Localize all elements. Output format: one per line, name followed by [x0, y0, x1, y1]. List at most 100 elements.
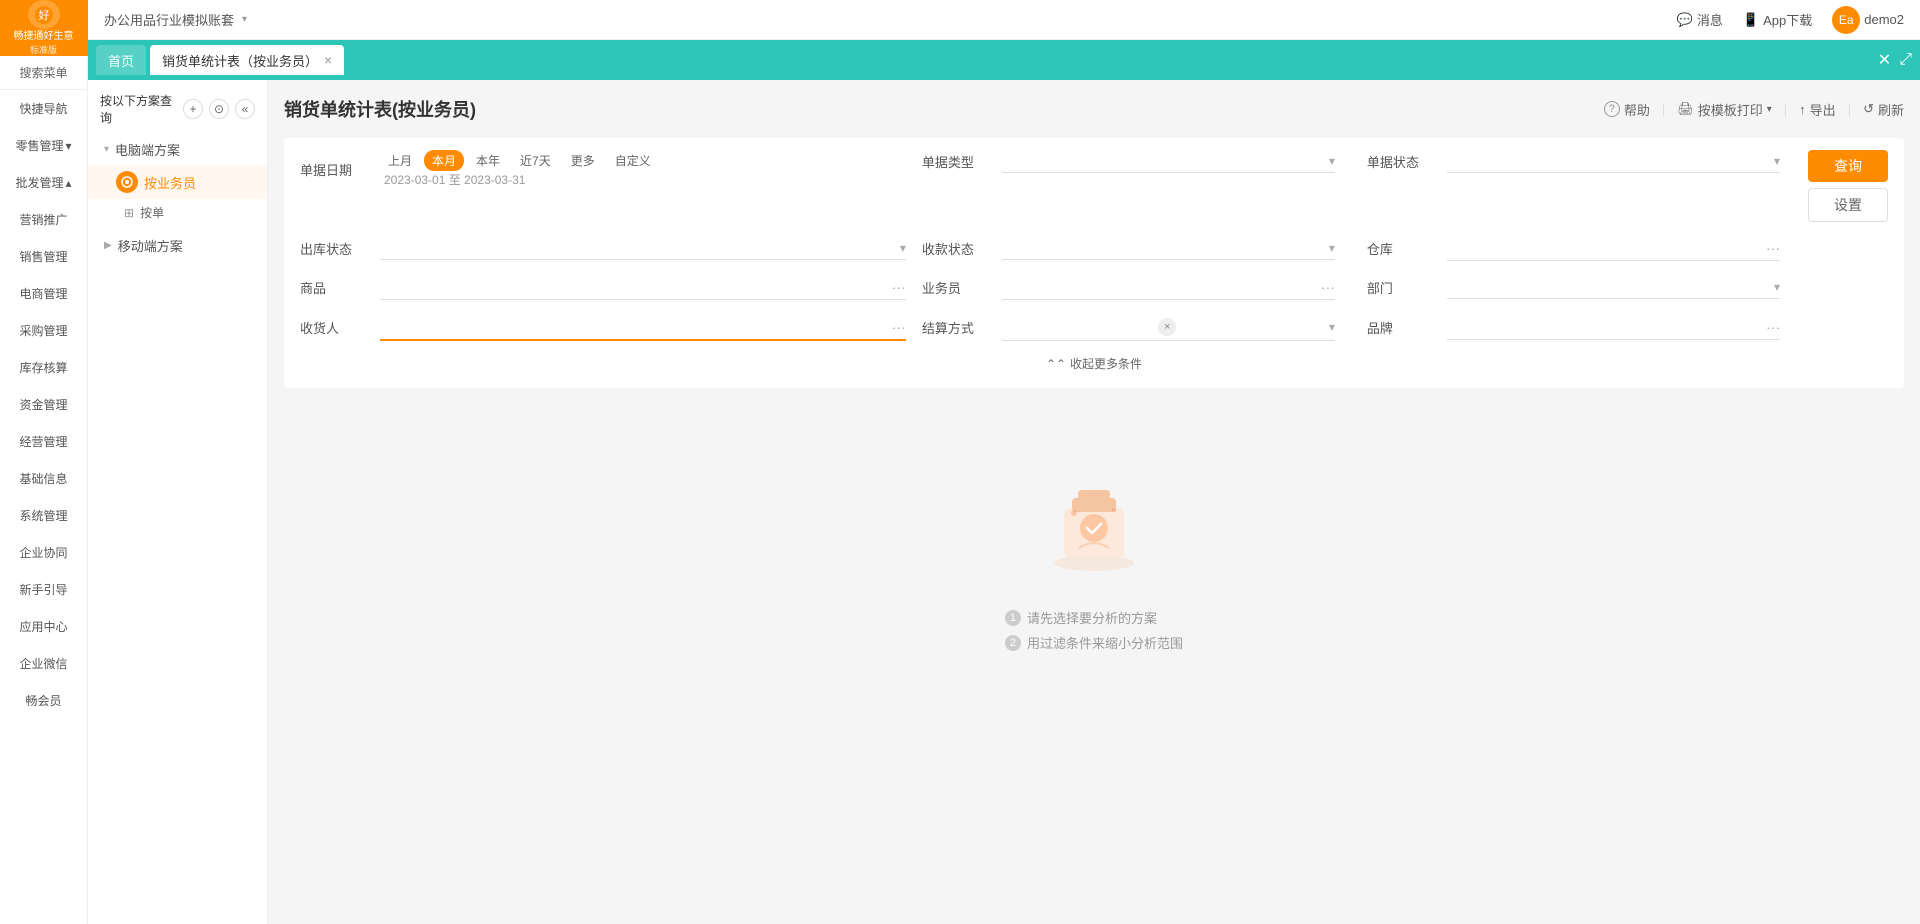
doc-type-label: 单据类型 — [922, 152, 1002, 171]
sidebar-item-corpwechat[interactable]: 企业微信 — [0, 645, 87, 682]
warehouse-label: 仓库 — [1367, 239, 1447, 258]
breadcrumb-text: 办公用品行业模拟账套 — [104, 10, 234, 29]
sidebar-item-marketing[interactable]: 营销推广 — [0, 201, 87, 238]
sidebar-item-appcenter[interactable]: 应用中心 — [0, 608, 87, 645]
salesman-more-icon[interactable]: ··· — [1321, 279, 1335, 295]
sidebar-item-system[interactable]: 系统管理 — [0, 497, 87, 534]
active-indicator — [116, 171, 138, 193]
tree-mobile-scheme[interactable]: ▶ 移动端方案 — [88, 230, 267, 261]
tree-item-by-order[interactable]: ⊞ 按单 — [88, 199, 267, 226]
add-scheme-btn[interactable]: + — [183, 99, 203, 119]
print-icon: 🖨 — [1677, 101, 1694, 117]
brand-more-icon[interactable]: ··· — [1766, 319, 1780, 335]
user-menu[interactable]: Ea demo2 — [1832, 6, 1904, 34]
refresh-label: 刷新 — [1878, 100, 1904, 119]
app-download-label: App下载 — [1763, 10, 1812, 29]
settle-arrow-icon: ▾ — [1329, 320, 1335, 334]
tab-maximize-btn[interactable]: ⤢ — [1899, 51, 1912, 69]
goods-input[interactable]: ··· — [380, 275, 906, 300]
settle-clear-btn[interactable]: × — [1158, 318, 1176, 336]
refresh-action[interactable]: ↺ 刷新 — [1863, 100, 1904, 119]
tab-close-icon[interactable]: × — [324, 52, 332, 68]
left-panel: 按以下方案查询 + ⊙ « ▾ 电脑端方案 按业务员 ⊞ 按单 — [88, 80, 268, 924]
goods-more-icon[interactable]: ··· — [892, 279, 906, 295]
sidebar-item-ecommerce[interactable]: 电商管理 — [0, 275, 87, 312]
dept-input[interactable]: ▾ — [1447, 276, 1780, 299]
export-action[interactable]: ↑ 导出 — [1799, 100, 1836, 119]
app-download-action[interactable]: 📱 App下载 — [1743, 10, 1812, 29]
settle-input[interactable]: × ▾ — [1002, 314, 1335, 341]
date-tab-more[interactable]: 更多 — [563, 150, 603, 171]
sidebar-item-retail[interactable]: 零售管理 ▾ — [0, 127, 87, 164]
out-status-input[interactable]: ▾ — [380, 237, 906, 260]
tree-item-by-salesman[interactable]: 按业务员 — [88, 165, 267, 199]
doc-status-input[interactable]: ▾ — [1447, 150, 1780, 173]
message-label: 消息 — [1697, 10, 1723, 29]
sidebar-item-sales[interactable]: 销售管理 — [0, 238, 87, 275]
date-tab-7days[interactable]: 近7天 — [512, 150, 559, 171]
right-content: 销货单统计表(按业务员) ? 帮助 | 🖨 按模板打印 ▾ | ↑ — [268, 80, 1920, 924]
query-button[interactable]: 查询 — [1808, 150, 1888, 182]
brand-input[interactable]: ··· — [1447, 315, 1780, 340]
sidebar-item-enterprise[interactable]: 企业协同 — [0, 534, 87, 571]
logo-text: 畅捷通好生意 — [14, 31, 74, 43]
sidebar-item-member[interactable]: 畅会员 — [0, 682, 87, 719]
message-action[interactable]: 💬 消息 — [1677, 10, 1723, 29]
sidebar-item-inventory[interactable]: 库存核算 — [0, 349, 87, 386]
retail-arrow-icon: ▾ — [65, 139, 71, 153]
tab-close-all-btn[interactable]: ✕ — [1878, 50, 1891, 70]
sidebar-item-operation[interactable]: 经营管理 — [0, 423, 87, 460]
tip-text-1: 请先选择要分析的方案 — [1027, 608, 1157, 627]
tree-pc-label: 电脑端方案 — [115, 140, 180, 159]
tip-item-1: 1 请先选择要分析的方案 — [1005, 608, 1183, 627]
settings-button[interactable]: 设置 — [1808, 188, 1888, 222]
help-action[interactable]: ? 帮助 — [1604, 100, 1650, 119]
salesman-input[interactable]: ··· — [1002, 275, 1335, 300]
export-label: 导出 — [1810, 100, 1836, 119]
sidebar-search[interactable]: 搜索菜单 — [0, 56, 87, 90]
breadcrumb-dropdown-icon[interactable]: ▾ — [242, 14, 247, 25]
sidebar-item-finance[interactable]: 资金管理 — [0, 386, 87, 423]
recv-person-input[interactable]: ··· — [380, 315, 906, 341]
warehouse-more-icon[interactable]: ··· — [1766, 240, 1780, 256]
recv-status-input[interactable]: ▾ — [1002, 237, 1335, 260]
refresh-icon: ↺ — [1863, 101, 1874, 117]
doc-type-arrow-icon: ▾ — [1329, 154, 1335, 168]
divider3: | — [1848, 102, 1851, 117]
sidebar-item-newguide[interactable]: 新手引导 — [0, 571, 87, 608]
sidebar-item-basicinfo[interactable]: 基础信息 — [0, 460, 87, 497]
doc-type-input[interactable]: ▾ — [1002, 150, 1335, 173]
divider2: | — [1784, 102, 1787, 117]
date-tab-custom[interactable]: 自定义 — [607, 150, 659, 171]
tree-mobile-label: 移动端方案 — [118, 236, 183, 255]
tab-sales-stat[interactable]: 销货单统计表（按业务员） × — [150, 45, 344, 75]
help-icon: ? — [1604, 101, 1620, 117]
collapse-up-icon: ⌃⌃ — [1046, 357, 1066, 371]
date-tab-thismonth[interactable]: 本月 — [424, 150, 464, 171]
sidebar-item-quicknav[interactable]: 快捷导航 — [0, 90, 87, 127]
doc-status-label: 单据状态 — [1367, 152, 1447, 171]
tree-pc-scheme[interactable]: ▾ 电脑端方案 — [88, 134, 267, 165]
empty-state: 1 请先选择要分析的方案 2 用过滤条件来缩小分析范围 — [284, 388, 1904, 738]
warehouse-input[interactable]: ··· — [1447, 236, 1780, 261]
divider1: | — [1662, 102, 1665, 117]
recv-person-more-icon[interactable]: ··· — [892, 319, 906, 335]
date-tab-lastmonth[interactable]: 上月 — [380, 150, 420, 171]
tab-home-label: 首页 — [108, 51, 134, 70]
left-panel-actions: + ⊙ « — [183, 99, 255, 119]
brand-label: 品牌 — [1367, 318, 1447, 337]
collapse-panel-btn[interactable]: « — [235, 99, 255, 119]
print-arrow-icon: ▾ — [1767, 104, 1772, 115]
out-status-label: 出库状态 — [300, 239, 380, 258]
date-label: 单据日期 — [300, 160, 380, 179]
retail-label: 零售管理 — [15, 137, 63, 154]
action-buttons: 查询 设置 — [1808, 150, 1888, 222]
tab-home[interactable]: 首页 — [96, 45, 146, 75]
edit-scheme-btn[interactable]: ⊙ — [209, 99, 229, 119]
date-tab-thisyear[interactable]: 本年 — [468, 150, 508, 171]
collapse-btn[interactable]: ⌃⌃ 收起更多条件 — [1046, 355, 1142, 372]
breadcrumb-area: 办公用品行业模拟账套 ▾ — [104, 10, 247, 29]
print-template-action[interactable]: 🖨 按模板打印 ▾ — [1677, 100, 1772, 119]
sidebar-item-wholesale[interactable]: 批发管理 ▴ — [0, 164, 87, 201]
sidebar-item-purchase[interactable]: 采购管理 — [0, 312, 87, 349]
